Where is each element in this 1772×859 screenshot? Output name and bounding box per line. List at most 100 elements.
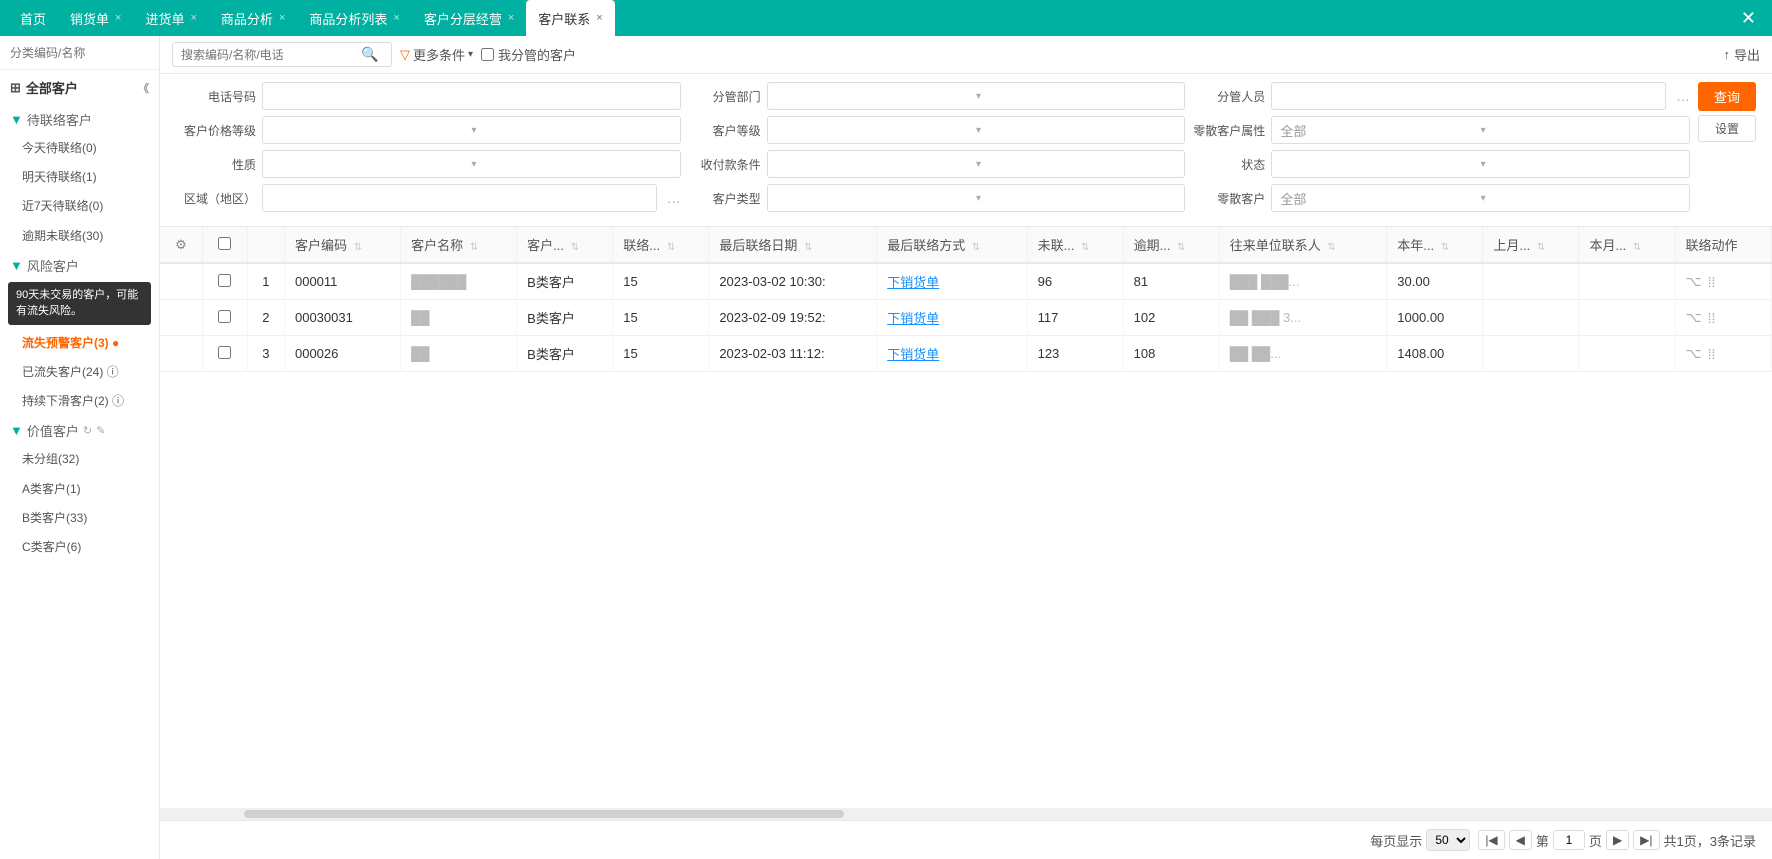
- refresh-icon[interactable]: ↻: [83, 424, 92, 437]
- person-input[interactable]: [1271, 82, 1666, 110]
- region-dots-icon[interactable]: …: [667, 190, 681, 206]
- page-number-input[interactable]: [1553, 830, 1585, 850]
- customer-level-select[interactable]: ▾: [767, 116, 1186, 144]
- sort-this-year-icon: ⇅: [1441, 242, 1449, 253]
- row-more-icon[interactable]: ⁞⁞: [1708, 274, 1716, 290]
- sidebar-item-tomorrow-pending[interactable]: 明天待联络(1): [0, 163, 159, 192]
- filter-row-2: 客户价格等级 ▾ 客户等级 ▾: [176, 116, 1690, 144]
- sidebar-section-pending[interactable]: ▼ 待联络客户: [0, 105, 159, 134]
- scattered-customer-select[interactable]: 全部 ▾: [1271, 184, 1690, 212]
- row-contact: 15: [613, 263, 709, 300]
- toolbar: 🔍 ▽ 更多条件 ▾ 我分管的客户 ↑ 导出: [160, 36, 1772, 74]
- row-actions: ⌥ ⁞⁞: [1675, 336, 1771, 372]
- sidebar-item-declining[interactable]: 持续下滑客户(2) ⓘ: [0, 387, 159, 416]
- row-contact-icon[interactable]: ⌥: [1686, 345, 1702, 362]
- col-type[interactable]: 客户... ⇅: [517, 227, 613, 263]
- col-overdue[interactable]: 逾期... ⇅: [1123, 227, 1219, 263]
- nav-customer-contact[interactable]: 客户联系 ×: [526, 0, 614, 36]
- region-input[interactable]: [262, 184, 657, 212]
- sidebar-item-class-a[interactable]: A类客户(1): [0, 475, 159, 504]
- nav-sales-order[interactable]: 销货单 ×: [58, 0, 133, 36]
- status-select[interactable]: ▾: [1271, 150, 1690, 178]
- prev-page-button[interactable]: ◀: [1509, 830, 1532, 850]
- close-customer-layered[interactable]: ×: [508, 12, 514, 24]
- sidebar-search-input[interactable]: [10, 46, 160, 60]
- sort-method-icon: ⇅: [972, 242, 980, 253]
- horizontal-scrollbar[interactable]: [160, 808, 1772, 820]
- sidebar-item-churn-warning[interactable]: 流失预警客户(3) ●: [0, 329, 159, 358]
- col-this-month[interactable]: 本月... ⇅: [1579, 227, 1675, 263]
- col-last-contact-method[interactable]: 最后联络方式 ⇅: [877, 227, 1027, 263]
- price-level-select[interactable]: ▾: [262, 116, 681, 144]
- nature-select[interactable]: ▾: [262, 150, 681, 178]
- scrollbar-thumb[interactable]: [244, 810, 844, 818]
- first-page-button[interactable]: |◀: [1478, 830, 1504, 850]
- row-last-contact-method[interactable]: 下销货单: [877, 336, 1027, 372]
- close-sales-order[interactable]: ×: [115, 12, 121, 24]
- nav-customer-layered[interactable]: 客户分层经营 ×: [412, 0, 526, 36]
- sidebar-item-7days-pending[interactable]: 近7天待联络(0): [0, 192, 159, 221]
- sidebar-section-value[interactable]: ▼ 价值客户 ↻ ✎: [0, 416, 159, 445]
- col-name[interactable]: 客户名称 ⇅: [401, 227, 517, 263]
- col-last-month[interactable]: 上月... ⇅: [1483, 227, 1579, 263]
- sidebar-item-ungrouped[interactable]: 未分组(32): [0, 445, 159, 474]
- sidebar-item-class-c[interactable]: C类客户(6): [0, 533, 159, 562]
- close-product-analysis[interactable]: ×: [279, 12, 285, 24]
- window-close-button[interactable]: ✕: [1733, 8, 1764, 29]
- row-contact-icon[interactable]: ⌥: [1686, 309, 1702, 326]
- col-unit-contact[interactable]: 往来单位联系人 ⇅: [1219, 227, 1387, 263]
- my-customers-check[interactable]: [481, 48, 494, 61]
- row-checkbox[interactable]: [218, 310, 231, 323]
- nav-product-analysis[interactable]: 商品分析 ×: [209, 0, 297, 36]
- close-customer-contact[interactable]: ×: [596, 12, 602, 24]
- select-all-checkbox[interactable]: [218, 237, 231, 250]
- row-last-contact-date: 2023-02-03 11:12:: [709, 336, 877, 372]
- row-more-icon[interactable]: ⁞⁞: [1708, 346, 1716, 362]
- page-size-select[interactable]: 50: [1426, 829, 1470, 851]
- query-button[interactable]: 查询: [1698, 82, 1756, 111]
- sidebar-item-today-pending[interactable]: 今天待联络(0): [0, 134, 159, 163]
- scattered-attr-select[interactable]: 全部 ▾: [1271, 116, 1690, 144]
- col-uncontacted[interactable]: 未联... ⇅: [1027, 227, 1123, 263]
- sidebar-all-customers[interactable]: ⊞ 全部客户 《: [0, 70, 159, 105]
- sidebar-item-overdue-pending[interactable]: 逾期未联络(30): [0, 222, 159, 251]
- phone-input[interactable]: [262, 82, 681, 110]
- last-page-button[interactable]: ▶|: [1633, 830, 1659, 850]
- person-dots-icon[interactable]: …: [1676, 88, 1690, 104]
- row-checkbox[interactable]: [218, 346, 231, 359]
- col-code[interactable]: 客户编码 ⇅: [284, 227, 400, 263]
- col-settings[interactable]: ⚙: [160, 227, 202, 263]
- nav-home[interactable]: 首页: [8, 0, 58, 36]
- edit-icon[interactable]: ✎: [96, 424, 105, 437]
- row-type: B类客户: [517, 263, 613, 300]
- close-purchase-order[interactable]: ×: [190, 12, 196, 24]
- main-search-icon[interactable]: 🔍: [361, 46, 378, 63]
- col-this-year[interactable]: 本年... ⇅: [1387, 227, 1483, 263]
- close-product-analysis-list[interactable]: ×: [393, 12, 399, 24]
- row-overdue: 81: [1123, 263, 1219, 300]
- col-contact[interactable]: 联络... ⇅: [613, 227, 709, 263]
- sidebar-item-churned[interactable]: 已流失客户(24) ⓘ: [0, 358, 159, 387]
- my-customers-checkbox[interactable]: 我分管的客户: [481, 45, 576, 64]
- dept-select[interactable]: ▾: [767, 82, 1186, 110]
- next-page-button[interactable]: ▶: [1606, 830, 1629, 850]
- export-button[interactable]: ↑ 导出: [1723, 45, 1760, 64]
- payment-select[interactable]: ▾: [767, 150, 1186, 178]
- row-code: 000011: [284, 263, 400, 300]
- main-search-input[interactable]: [181, 48, 361, 62]
- row-settings-icon: [160, 263, 202, 300]
- col-last-contact-date[interactable]: 最后联络日期 ⇅: [709, 227, 877, 263]
- nav-product-analysis-list[interactable]: 商品分析列表 ×: [297, 0, 411, 36]
- more-filter-button[interactable]: ▽ 更多条件 ▾: [400, 45, 473, 64]
- row-last-contact-method[interactable]: 下销货单: [877, 300, 1027, 336]
- row-contact-icon[interactable]: ⌥: [1686, 273, 1702, 290]
- nav-purchase-order[interactable]: 进货单 ×: [133, 0, 208, 36]
- customer-type-select[interactable]: ▾: [767, 184, 1186, 212]
- row-last-contact-method[interactable]: 下销货单: [877, 263, 1027, 300]
- row-more-icon[interactable]: ⁞⁞: [1708, 310, 1716, 326]
- price-level-dropdown-icon: ▾: [471, 125, 671, 136]
- settings-button[interactable]: 设置: [1698, 115, 1756, 142]
- row-checkbox[interactable]: [218, 274, 231, 287]
- sidebar-section-risk[interactable]: ▼ 风险客户: [0, 251, 159, 280]
- sidebar-item-class-b[interactable]: B类客户(33): [0, 504, 159, 533]
